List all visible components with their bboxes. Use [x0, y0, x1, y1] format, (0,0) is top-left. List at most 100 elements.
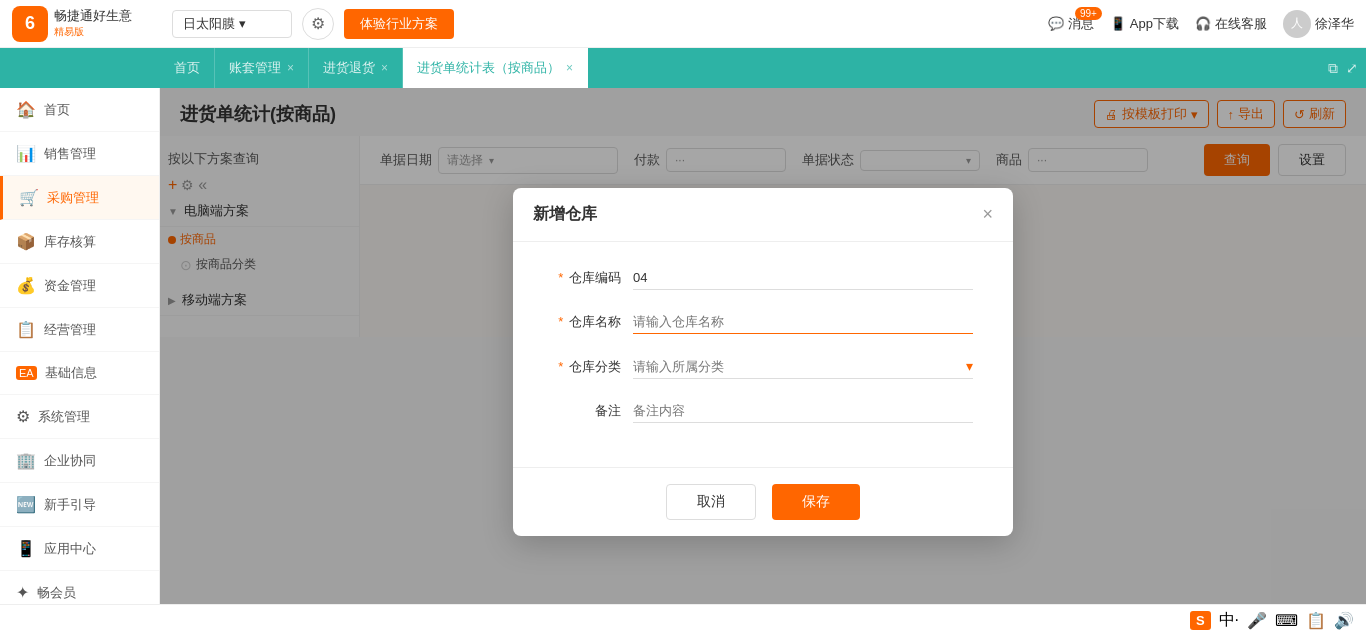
tab-purchase-return-label: 进货退货 [323, 59, 375, 77]
sidebar-label-member: 畅会员 [37, 584, 76, 602]
tab-bar: 首页 账套管理 × 进货退货 × 进货单统计表（按商品） × ⧉ ⤢ [0, 48, 1366, 88]
required-mark-category: * [558, 359, 563, 374]
sidebar-item-basic[interactable]: EA 基础信息 [0, 352, 159, 395]
finance-icon: 💰 [16, 276, 36, 295]
bottom-bar: S 中· 🎤 ⌨ 📋 🔊 [0, 604, 1366, 636]
sidebar-label-purchase: 采购管理 [47, 189, 99, 207]
form-row-category: * 仓库分类 ▾ [553, 354, 973, 379]
app-download-button[interactable]: 📱 App下载 [1110, 15, 1179, 33]
volume-icon[interactable]: 🔊 [1334, 611, 1354, 630]
sidebar-item-enterprise[interactable]: 🏢 企业协同 [0, 439, 159, 483]
sidebar-label-home: 首页 [44, 101, 70, 119]
app-download-label: App下载 [1130, 15, 1179, 33]
stock-icon: 📦 [16, 232, 36, 251]
sidebar-item-guide[interactable]: 🆕 新手引导 [0, 483, 159, 527]
sidebar-item-operation[interactable]: 📋 经营管理 [0, 308, 159, 352]
category-label-field: * 仓库分类 [553, 358, 633, 376]
sidebar-item-finance[interactable]: 💰 资金管理 [0, 264, 159, 308]
category-input[interactable] [633, 359, 966, 374]
dialog-title: 新增仓库 [533, 204, 597, 225]
sidebar-label-sales: 销售管理 [44, 145, 96, 163]
sidebar-label-stock: 库存核算 [44, 233, 96, 251]
name-label: * 仓库名称 [553, 313, 633, 331]
category-dropdown-icon: ▾ [966, 358, 973, 374]
sidebar-item-apps[interactable]: 📱 应用中心 [0, 527, 159, 571]
required-mark-name: * [558, 314, 563, 329]
tab-purchase-return-close[interactable]: × [381, 61, 388, 75]
required-mark-code: * [558, 270, 563, 285]
avatar: 人 [1283, 10, 1311, 38]
logo-area: 6 畅捷通好生意 精易版 [12, 6, 162, 42]
dialog-footer: 取消 保存 [513, 467, 1013, 536]
bottom-logo: S [1190, 611, 1211, 630]
new-warehouse-dialog: 新增仓库 × * 仓库编码 * 仓库名称 [513, 188, 1013, 536]
sidebar-label-finance: 资金管理 [44, 277, 96, 295]
tab-account-label: 账套管理 [229, 59, 281, 77]
gear-icon: ⚙ [311, 14, 325, 33]
member-icon: ✦ [16, 583, 29, 602]
sales-icon: 📊 [16, 144, 36, 163]
online-service-button[interactable]: 🎧 在线客服 [1195, 15, 1267, 33]
sidebar-item-purchase[interactable]: 🛒 采购管理 [0, 176, 159, 220]
settings-button[interactable]: ⚙ [302, 8, 334, 40]
enterprise-icon: 🏢 [16, 451, 36, 470]
purchase-icon: 🛒 [19, 188, 39, 207]
headset-icon: 🎧 [1195, 16, 1211, 31]
tab-home-label: 首页 [174, 59, 200, 77]
dialog-close-button[interactable]: × [982, 204, 993, 225]
basic-icon: EA [16, 366, 37, 380]
code-input[interactable] [633, 266, 973, 290]
save-button[interactable]: 保存 [772, 484, 860, 520]
tab-account-close[interactable]: × [287, 61, 294, 75]
form-row-name: * 仓库名称 [553, 310, 973, 334]
restore-icon[interactable]: ⧉ [1328, 60, 1338, 77]
tab-purchase-stats-close[interactable]: × [566, 61, 573, 75]
form-row-code: * 仓库编码 [553, 266, 973, 290]
message-button[interactable]: 💬 消息 99+ [1048, 15, 1094, 33]
store-name: 日太阳膜 [183, 15, 235, 33]
store-selector[interactable]: 日太阳膜 ▾ [172, 10, 292, 38]
message-icon: 💬 [1048, 16, 1064, 31]
dialog-overlay: 新增仓库 × * 仓库编码 * 仓库名称 [160, 88, 1366, 636]
category-select-wrap[interactable]: ▾ [633, 354, 973, 379]
online-service-label: 在线客服 [1215, 15, 1267, 33]
phone-icon: 📱 [1110, 16, 1126, 31]
sidebar-item-sales[interactable]: 📊 销售管理 [0, 132, 159, 176]
sidebar-item-stock[interactable]: 📦 库存核算 [0, 220, 159, 264]
sidebar-item-system[interactable]: ⚙ 系统管理 [0, 395, 159, 439]
apps-icon: 📱 [16, 539, 36, 558]
user-menu[interactable]: 人 徐泽华 [1283, 10, 1354, 38]
header-right: 💬 消息 99+ 📱 App下载 🎧 在线客服 人 徐泽华 [1048, 10, 1354, 38]
experience-button[interactable]: 体验行业方案 [344, 9, 454, 39]
message-badge: 99+ [1075, 7, 1102, 20]
sidebar-item-home[interactable]: 🏠 首页 [0, 88, 159, 132]
top-header: 6 畅捷通好生意 精易版 日太阳膜 ▾ ⚙ 体验行业方案 💬 消息 99+ 📱 … [0, 0, 1366, 48]
tab-purchase-return[interactable]: 进货退货 × [309, 48, 403, 88]
note-label-field: 备注 [553, 402, 633, 420]
cancel-button[interactable]: 取消 [666, 484, 756, 520]
tab-account[interactable]: 账套管理 × [215, 48, 309, 88]
guide-icon: 🆕 [16, 495, 36, 514]
app-badge: 精易版 [54, 25, 132, 39]
system-icon: ⚙ [16, 407, 30, 426]
user-name: 徐泽华 [1315, 15, 1354, 33]
sidebar-label-enterprise: 企业协同 [44, 452, 96, 470]
dropdown-arrow-icon: ▾ [239, 16, 246, 31]
sidebar: 🏠 首页 📊 销售管理 🛒 采购管理 📦 库存核算 💰 资金管理 📋 经营管理 … [0, 88, 160, 636]
tab-home[interactable]: 首页 [160, 48, 215, 88]
note-input[interactable] [633, 399, 973, 423]
code-label: * 仓库编码 [553, 269, 633, 287]
keyboard-icon[interactable]: ⌨ [1275, 611, 1298, 630]
name-input[interactable] [633, 310, 973, 334]
content-area: 进货单统计(按商品) 🖨 按模板打印 ▾ ↑ 导出 ↺ 刷新 [160, 88, 1366, 636]
mic-icon[interactable]: 🎤 [1247, 611, 1267, 630]
expand-icon[interactable]: ⤢ [1346, 60, 1358, 76]
app-logo: 6 [12, 6, 48, 42]
clipboard-icon[interactable]: 📋 [1306, 611, 1326, 630]
tab-purchase-stats[interactable]: 进货单统计表（按商品） × [403, 48, 588, 88]
dialog-body: * 仓库编码 * 仓库名称 * [513, 242, 1013, 467]
form-row-note: 备注 [553, 399, 973, 423]
sidebar-label-guide: 新手引导 [44, 496, 96, 514]
tab-purchase-stats-label: 进货单统计表（按商品） [417, 59, 560, 77]
sidebar-label-basic: 基础信息 [45, 364, 97, 382]
